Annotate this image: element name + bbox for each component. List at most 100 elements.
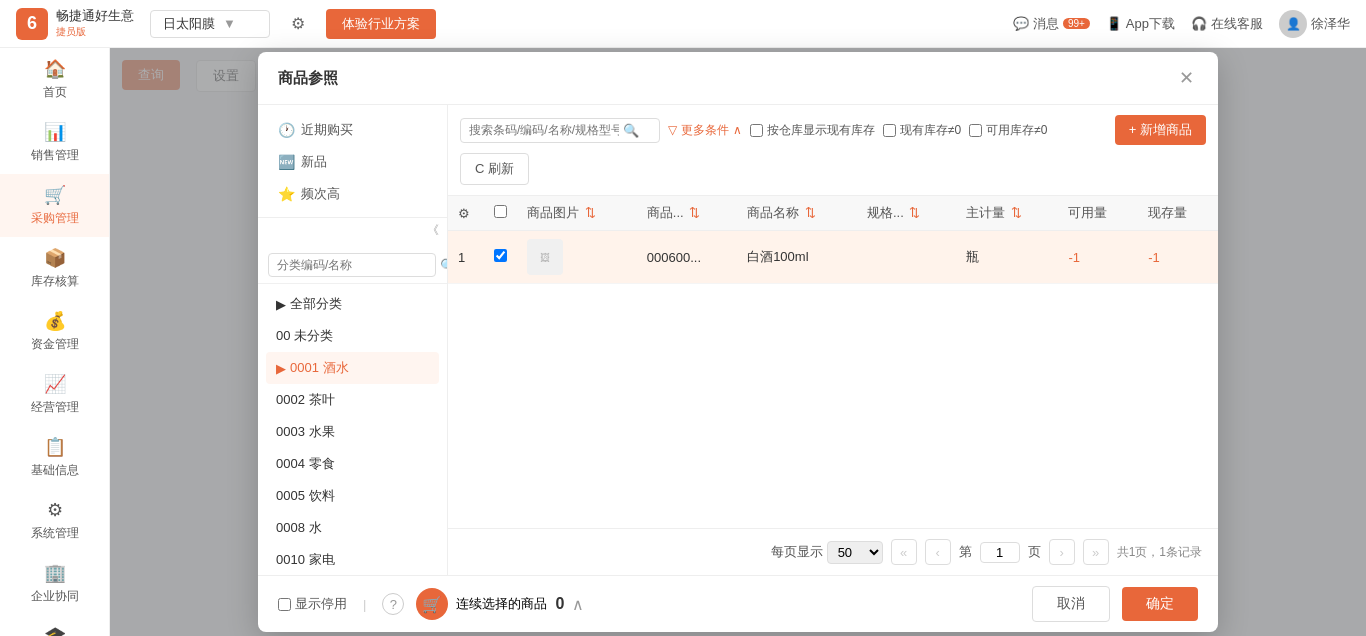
chevron-up-icon: ∧ [733, 123, 742, 137]
sidebar-item-basic[interactable]: 📋 基础信息 [0, 426, 109, 489]
message-button[interactable]: 💬 消息 99+ [1013, 15, 1090, 33]
collapse-panel-button[interactable]: 《 [427, 222, 439, 239]
tab-recent-label: 近期购买 [301, 121, 353, 139]
more-filter-button[interactable]: ▽ 更多条件 ∧ [668, 122, 742, 139]
sidebar-item-operation[interactable]: 📈 经营管理 [0, 363, 109, 426]
category-label: 0002 茶叶 [276, 391, 335, 409]
checkbox-available-nonzero[interactable]: 可用库存≠0 [969, 122, 1047, 139]
col-spec[interactable]: 规格... ⇅ [857, 196, 956, 231]
nav-right: 💬 消息 99+ 📱 App下载 🎧 在线客服 👤 徐泽华 [1013, 10, 1350, 38]
row-checkbox[interactable] [484, 231, 517, 284]
app-download-button[interactable]: 📱 App下载 [1106, 15, 1175, 33]
inventory-icon: 📦 [44, 247, 66, 269]
category-item-all[interactable]: ▶ 全部分类 [266, 288, 439, 320]
row-stock: -1 [1138, 231, 1218, 284]
first-page-button[interactable]: « [891, 539, 917, 565]
col-code[interactable]: 商品... ⇅ [637, 196, 737, 231]
right-panel: 🔍 ▽ 更多条件 ∧ 按仓库显示现有库存 [448, 105, 1218, 575]
last-page-button[interactable]: » [1083, 539, 1109, 565]
modal-close-button[interactable]: ✕ [1174, 66, 1198, 90]
sidebar-item-guide[interactable]: 🎓 新手引导 [0, 615, 109, 636]
nav-selector[interactable]: 日太阳膜 ▼ [150, 10, 270, 38]
product-search-input[interactable] [469, 123, 619, 137]
checkbox-stock-input[interactable] [750, 124, 763, 137]
tab-new[interactable]: 🆕 新品 [268, 147, 437, 177]
frequent-icon: ⭐ [278, 186, 295, 202]
category-item-00[interactable]: 00 未分类 [266, 320, 439, 352]
confirm-button[interactable]: 确定 [1122, 587, 1198, 621]
help-button[interactable]: ? [382, 593, 404, 616]
col-name-label: 商品名称 [747, 205, 799, 220]
guide-icon: 🎓 [44, 625, 66, 636]
sidebar-item-label: 采购管理 [31, 210, 79, 227]
col-unit[interactable]: 主计量 ⇅ [956, 196, 1058, 231]
show-disabled-input[interactable] [278, 598, 291, 611]
cart-label: 连续选择的商品 [456, 595, 547, 613]
system-icon: ⚙ [47, 499, 63, 521]
row-select-checkbox[interactable] [494, 249, 507, 262]
category-search-button[interactable]: 🔍 [440, 253, 448, 277]
online-service-button[interactable]: 🎧 在线客服 [1191, 15, 1263, 33]
col-image[interactable]: 商品图片 ⇅ [517, 196, 637, 231]
cancel-button[interactable]: 取消 [1032, 586, 1110, 622]
sidebar-item-enterprise[interactable]: 🏢 企业协同 [0, 552, 109, 615]
image-icon: 🖼 [540, 252, 550, 263]
sidebar-item-home[interactable]: 🏠 首页 [0, 48, 109, 111]
next-page-button[interactable]: › [1049, 539, 1075, 565]
product-thumbnail: 🖼 [527, 239, 563, 275]
refresh-button[interactable]: C 刷新 [460, 153, 529, 185]
finance-icon: 💰 [44, 310, 66, 332]
product-reference-modal: 商品参照 ✕ 🕐 近期购买 🆕 [258, 52, 1218, 632]
cart-toggle-button[interactable]: ∧ [572, 595, 584, 614]
search-icon[interactable]: 🔍 [623, 123, 639, 138]
category-item-0004[interactable]: 0004 零食 [266, 448, 439, 480]
category-item-0008[interactable]: 0008 水 [266, 512, 439, 544]
tab-frequent[interactable]: ⭐ 频次高 [268, 179, 437, 209]
checkbox-show-stock[interactable]: 按仓库显示现有库存 [750, 122, 875, 139]
category-search-input[interactable] [268, 253, 436, 277]
row-unit: 瓶 [956, 231, 1058, 284]
sidebar-item-purchase[interactable]: 🛒 采购管理 [0, 174, 109, 237]
category-item-0003[interactable]: 0003 水果 [266, 416, 439, 448]
checkbox-stock-nonzero-input[interactable] [883, 124, 896, 137]
page-number-input[interactable] [980, 542, 1020, 563]
message-badge: 99+ [1063, 18, 1090, 29]
checkbox-stock-nonzero-label: 现有库存≠0 [900, 122, 961, 139]
checkbox-stock-nonzero[interactable]: 现有库存≠0 [883, 122, 961, 139]
checkbox-available-nonzero-input[interactable] [969, 124, 982, 137]
sidebar-item-sales[interactable]: 📊 销售管理 [0, 111, 109, 174]
page-size-select[interactable]: 50 10 20 100 [827, 541, 883, 564]
settings-icon[interactable]: ⚙ [282, 8, 314, 40]
table-row[interactable]: 1 🖼 [448, 231, 1218, 284]
pagination: 每页显示 50 10 20 100 « ‹ 第 [448, 528, 1218, 575]
user-name: 徐泽华 [1311, 15, 1350, 33]
checkbox-stock-label: 按仓库显示现有库存 [767, 122, 875, 139]
col-settings[interactable]: ⚙ [448, 196, 484, 231]
recent-icon: 🕐 [278, 122, 295, 138]
category-item-0005[interactable]: 0005 饮料 [266, 480, 439, 512]
filter-icon: ▽ [668, 123, 677, 137]
user-menu[interactable]: 👤 徐泽华 [1279, 10, 1350, 38]
show-disabled-checkbox[interactable]: 显示停用 [278, 595, 347, 613]
category-label: 0005 饮料 [276, 487, 335, 505]
content-area: 查询 设置 刷新 商品参照 ✕ 🕐 [110, 48, 1366, 636]
tab-new-label: 新品 [301, 153, 327, 171]
logo-area: 6 畅捷通好生意 捷员版 [16, 8, 134, 40]
category-item-0001[interactable]: ▶ 0001 酒水 [266, 352, 439, 384]
prev-page-button[interactable]: ‹ [925, 539, 951, 565]
col-name[interactable]: 商品名称 ⇅ [737, 196, 857, 231]
category-item-0002[interactable]: 0002 茶叶 [266, 384, 439, 416]
cart-count: 0 [555, 595, 564, 613]
cart-button[interactable]: 🛒 [416, 588, 448, 620]
modal-footer: 显示停用 | ? 🛒 连续选择的商品 0 ∧ [258, 575, 1218, 632]
add-product-button[interactable]: + 新增商品 [1115, 115, 1206, 145]
category-item-0010[interactable]: 0010 家电 [266, 544, 439, 565]
trial-button[interactable]: 体验行业方案 [326, 9, 436, 39]
modal-title: 商品参照 [278, 69, 338, 88]
sidebar-item-system[interactable]: ⚙ 系统管理 [0, 489, 109, 552]
select-all-checkbox[interactable] [494, 205, 507, 218]
sort-icon: ⇅ [585, 205, 596, 220]
sidebar-item-inventory[interactable]: 📦 库存核算 [0, 237, 109, 300]
sidebar-item-finance[interactable]: 💰 资金管理 [0, 300, 109, 363]
tab-recent[interactable]: 🕐 近期购买 [268, 115, 437, 145]
